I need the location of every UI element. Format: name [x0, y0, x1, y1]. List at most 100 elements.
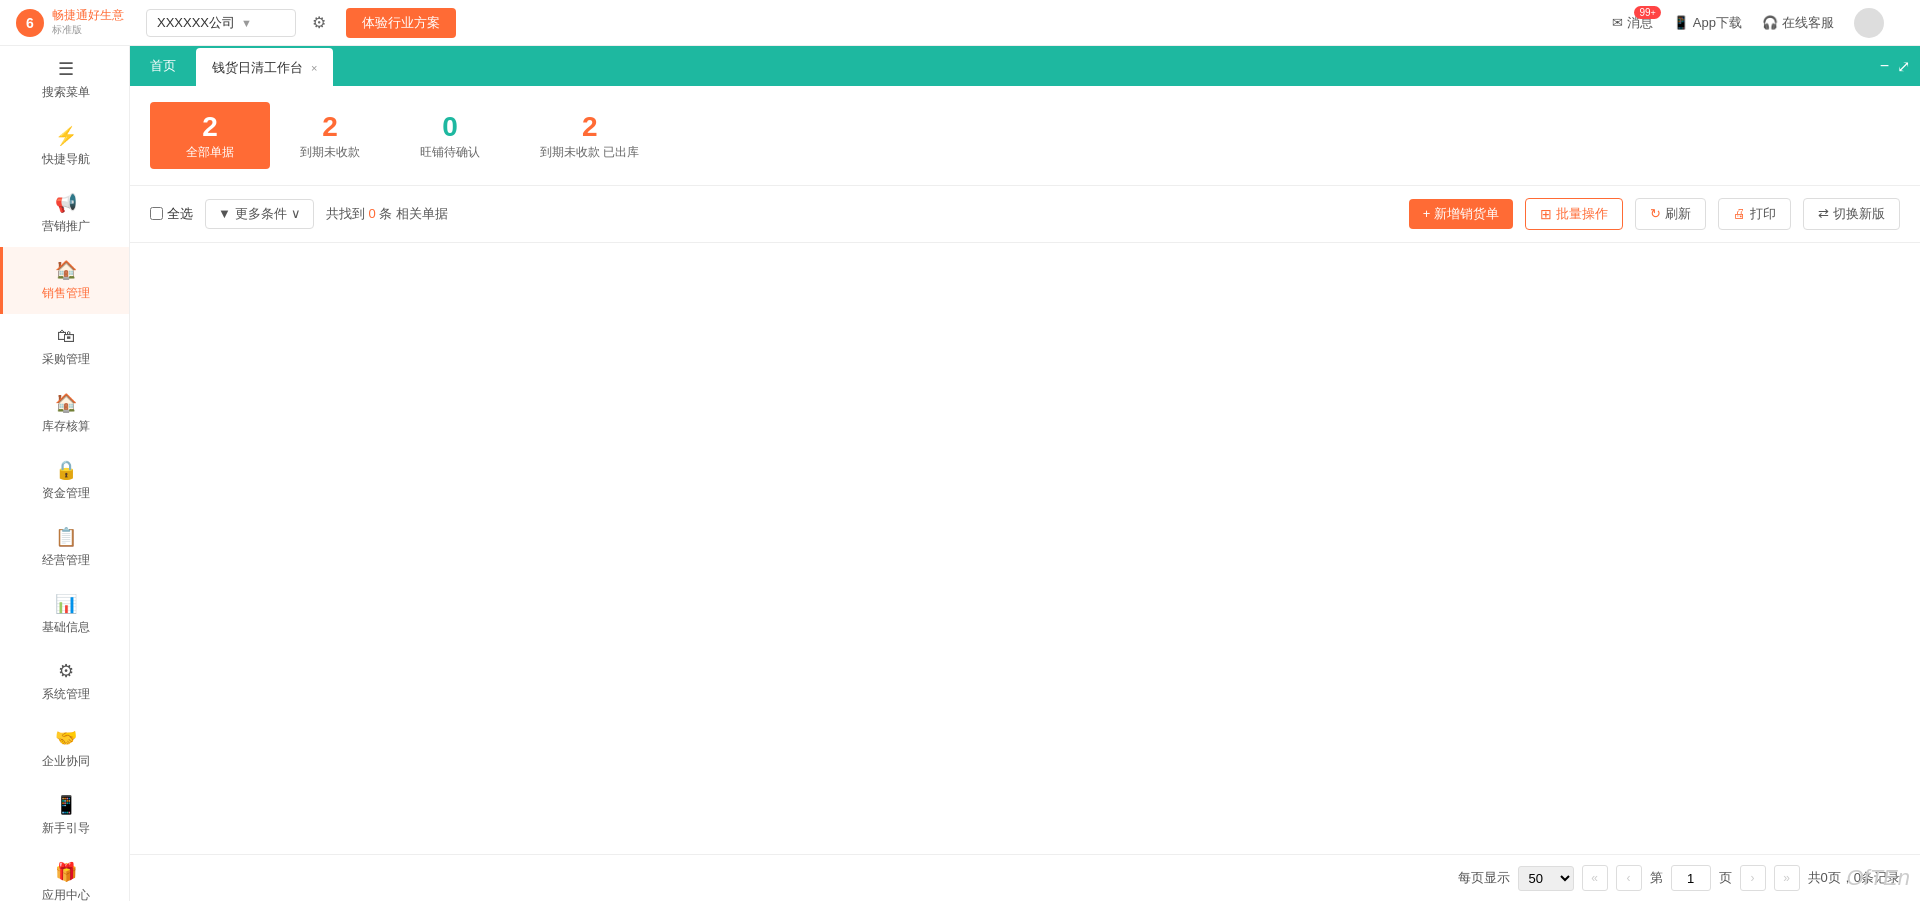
last-page-button[interactable]: »: [1774, 865, 1800, 891]
top-header: 6 畅捷通好生意 标准版 XXXXXX公司 ▼ ⚙ 体验行业方案 ✉ 消息 99…: [0, 0, 1920, 46]
refresh-icon: ↻: [1650, 206, 1661, 221]
service-icon: 🎧: [1762, 15, 1778, 30]
message-badge: 99+: [1634, 6, 1660, 19]
switch-icon: ⇄: [1818, 206, 1829, 221]
main-layout: ☰ 搜索菜单 ⚡ 快捷导航 📢 营销推广 🏠 销售管理 🛍 采购管理 🏠 库存核…: [0, 46, 1920, 901]
toolbar-right: + 新增销货单 ⊞ 批量操作 ↻ 刷新 🖨 打印 ⇄: [1409, 198, 1900, 230]
message-button[interactable]: ✉ 消息 99+: [1612, 14, 1653, 32]
switch-version-button[interactable]: ⇄ 切换新版: [1803, 198, 1900, 230]
page-input[interactable]: [1671, 865, 1711, 891]
sidebar-item-label: 搜索菜单: [42, 84, 90, 101]
tab-home[interactable]: 首页: [130, 46, 196, 86]
marketing-icon: 📢: [55, 192, 77, 214]
per-page-label: 每页显示: [1458, 869, 1510, 887]
sidebar-item-label: 资金管理: [42, 485, 90, 502]
sidebar-item-label: 销售管理: [42, 285, 90, 302]
search-menu-icon: ☰: [58, 58, 74, 80]
refresh-button[interactable]: ↻ 刷新: [1635, 198, 1706, 230]
trial-button[interactable]: 体验行业方案: [346, 8, 456, 38]
summary-cards: 2 全部单据 2 到期未收款 0 旺铺待确认 2 到期未收款 已出库: [130, 86, 1920, 186]
sidebar-item-quick-nav[interactable]: ⚡ 快捷导航: [0, 113, 129, 180]
gear-icon: ⚙: [312, 13, 326, 32]
sidebar-item-finance[interactable]: 🔒 资金管理: [0, 447, 129, 514]
download-icon: 📱: [1673, 15, 1689, 30]
logo-tag: 标准版: [52, 23, 124, 37]
tab-bar: 首页 钱货日清工作台 × − ⤢: [130, 46, 1920, 86]
basic-info-icon: 📊: [55, 593, 77, 615]
guide-icon: 📱: [55, 794, 77, 816]
summary-card-all[interactable]: 2 全部单据: [150, 102, 270, 169]
inventory-icon: 🏠: [55, 392, 77, 414]
finance-icon: 🔒: [55, 459, 77, 481]
tab-expand-button[interactable]: ⤢: [1897, 57, 1910, 76]
logo-area: 6 畅捷通好生意 标准版: [16, 8, 146, 38]
sidebar-item-label: 基础信息: [42, 619, 90, 636]
sidebar: ☰ 搜索菜单 ⚡ 快捷导航 📢 营销推广 🏠 销售管理 🛍 采购管理 🏠 库存核…: [0, 46, 130, 901]
card-count-all: 2: [202, 110, 218, 144]
card-label-overdue: 到期未收款: [300, 144, 360, 161]
filter-icon: ▼: [218, 206, 231, 221]
first-page-button[interactable]: «: [1582, 865, 1608, 891]
operations-icon: 📋: [55, 526, 77, 548]
sidebar-item-label: 经营管理: [42, 552, 90, 569]
print-icon: 🖨: [1733, 206, 1746, 221]
tab-close-button[interactable]: ×: [311, 62, 317, 74]
tab-active[interactable]: 钱货日清工作台 ×: [196, 48, 333, 88]
per-page-select[interactable]: 50 20 100: [1518, 866, 1574, 891]
sidebar-item-enterprise[interactable]: 🤝 企业协同: [0, 715, 129, 782]
chevron-down-icon: ▼: [241, 17, 252, 29]
print-button[interactable]: 🖨 打印: [1718, 198, 1791, 230]
card-count-overdue: 2: [322, 110, 338, 144]
tab-label: 钱货日清工作台: [212, 59, 303, 77]
batch-button[interactable]: ⊞ 批量操作: [1525, 198, 1623, 230]
tab-minimize-button[interactable]: −: [1880, 57, 1889, 75]
pagination-bar: 每页显示 50 20 100 « ‹ 第 页 › » 共0页，0条记录: [130, 854, 1920, 901]
toolbar: 全选 ▼ 更多条件 ∨ 共找到 0 条 相关单据 + 新增销货单 ⊞: [130, 186, 1920, 243]
sidebar-item-app-center[interactable]: 🎁 应用中心: [0, 849, 129, 901]
sidebar-item-guide[interactable]: 📱 新手引导: [0, 782, 129, 849]
content-area: 首页 钱货日清工作台 × − ⤢ 2 全部单据 2 到期未收款: [130, 46, 1920, 901]
summary-card-overdue[interactable]: 2 到期未收款: [270, 102, 390, 169]
sidebar-item-system[interactable]: ⚙ 系统管理: [0, 648, 129, 715]
card-count-pending: 0: [442, 110, 458, 144]
avatar[interactable]: [1854, 8, 1884, 38]
company-selector[interactable]: XXXXXX公司 ▼: [146, 9, 296, 37]
card-label-all: 全部单据: [186, 144, 234, 161]
sidebar-item-purchase[interactable]: 🛍 采购管理: [0, 314, 129, 380]
sidebar-item-label: 库存核算: [42, 418, 90, 435]
sidebar-item-label: 新手引导: [42, 820, 90, 837]
result-number: 0: [369, 206, 376, 221]
settings-button[interactable]: ⚙: [304, 8, 334, 38]
online-service-button[interactable]: 🎧 在线客服: [1762, 14, 1834, 32]
prev-page-button[interactable]: ‹: [1616, 865, 1642, 891]
select-all-input[interactable]: [150, 207, 163, 220]
total-info: 共0页，0条记录: [1808, 869, 1900, 887]
sidebar-item-operations[interactable]: 📋 经营管理: [0, 514, 129, 581]
app-download-button[interactable]: 📱 App下载: [1673, 14, 1742, 32]
sidebar-item-basic-info[interactable]: 📊 基础信息: [0, 581, 129, 648]
summary-card-pending[interactable]: 0 旺铺待确认: [390, 102, 510, 169]
add-order-button[interactable]: + 新增销货单: [1409, 199, 1513, 229]
logo-icon: 6: [16, 9, 44, 37]
page-suffix: 页: [1719, 869, 1732, 887]
message-icon: ✉: [1612, 15, 1623, 30]
filter-button[interactable]: ▼ 更多条件 ∨: [205, 199, 314, 229]
batch-icon: ⊞: [1540, 206, 1552, 222]
sidebar-item-inventory[interactable]: 🏠 库存核算: [0, 380, 129, 447]
sidebar-item-search-menu[interactable]: ☰ 搜索菜单: [0, 46, 129, 113]
quick-nav-icon: ⚡: [55, 125, 77, 147]
card-label-shipped: 到期未收款 已出库: [540, 144, 639, 161]
logo-name: 畅捷通好生意: [52, 8, 124, 24]
sidebar-item-label: 系统管理: [42, 686, 90, 703]
sidebar-item-label: 营销推广: [42, 218, 90, 235]
sidebar-item-sales[interactable]: 🏠 销售管理: [0, 247, 129, 314]
next-page-button[interactable]: ›: [1740, 865, 1766, 891]
sidebar-item-marketing[interactable]: 📢 营销推广: [0, 180, 129, 247]
system-icon: ⚙: [58, 660, 74, 682]
result-count: 共找到 0 条 相关单据: [326, 205, 448, 223]
chevron-icon: ∨: [291, 206, 301, 221]
tab-controls: − ⤢: [1880, 57, 1920, 76]
summary-card-shipped[interactable]: 2 到期未收款 已出库: [510, 102, 669, 169]
select-all-checkbox[interactable]: 全选: [150, 205, 193, 223]
card-label-pending: 旺铺待确认: [420, 144, 480, 161]
